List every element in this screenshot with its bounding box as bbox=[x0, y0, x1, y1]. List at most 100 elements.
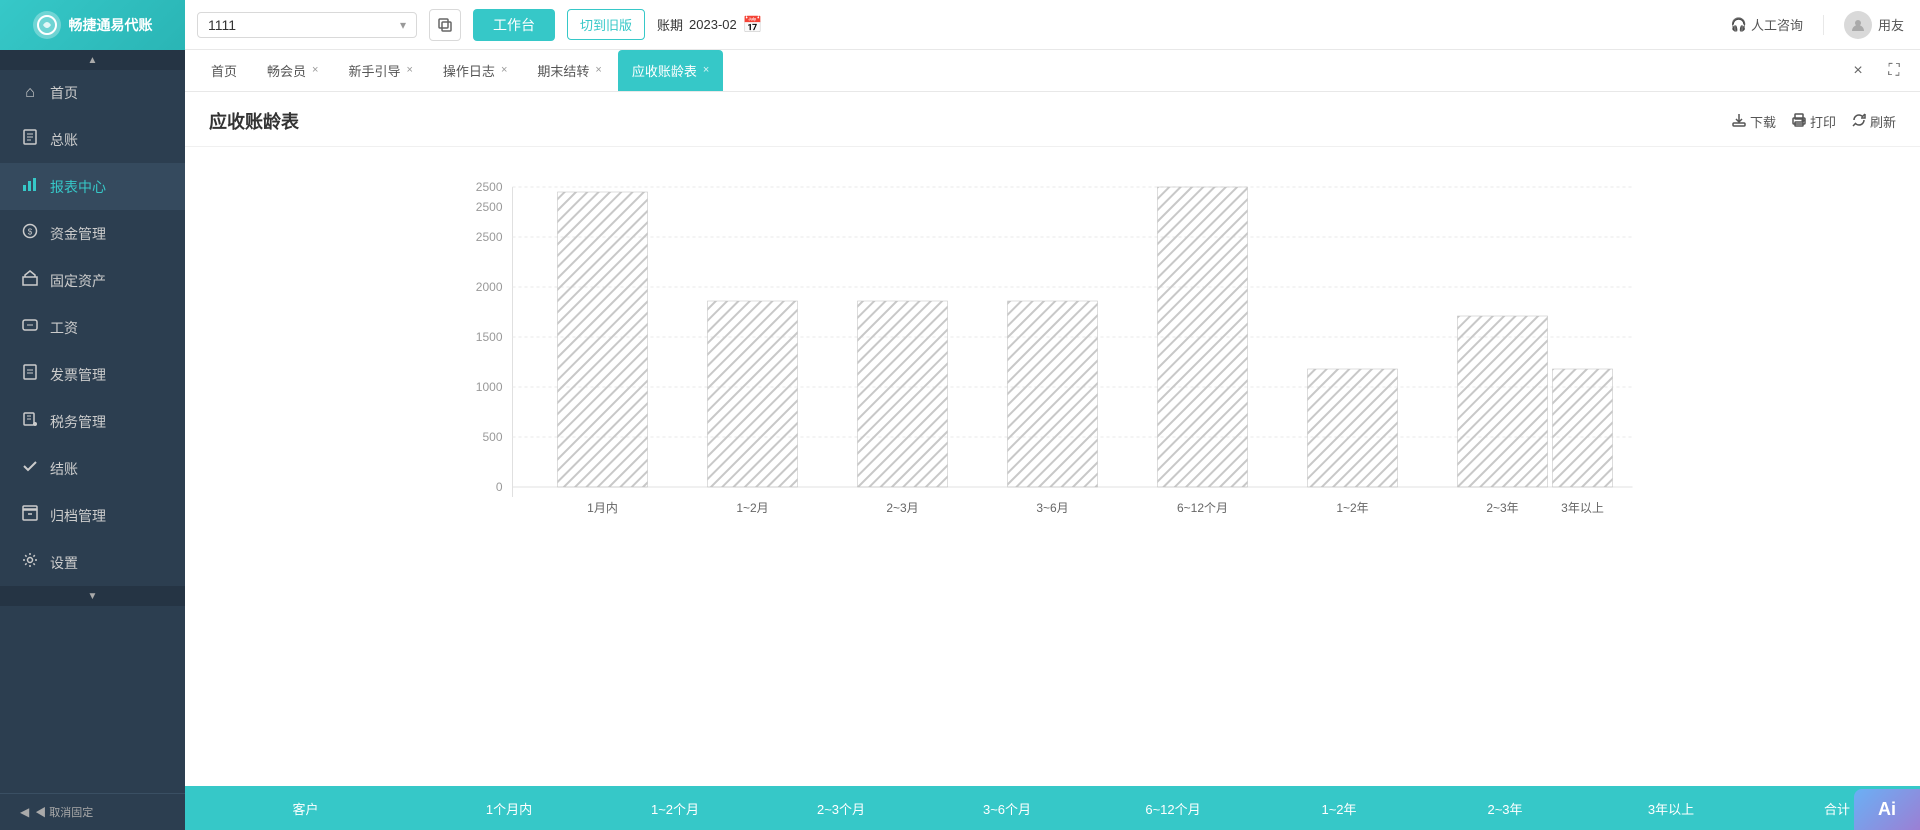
sidebar-item-funds[interactable]: $ 资金管理 bbox=[0, 210, 185, 257]
tab-guide-close[interactable]: × bbox=[406, 65, 412, 76]
bar-6~12个月 bbox=[1158, 187, 1248, 487]
tax-icon bbox=[20, 411, 40, 432]
sidebar-item-assets[interactable]: 固定资产 bbox=[0, 257, 185, 304]
col-3year-plus: 3年以上 bbox=[1588, 799, 1754, 818]
copy-button[interactable] bbox=[429, 9, 461, 41]
bar-3年以上 bbox=[1553, 369, 1613, 487]
sidebar-item-settings[interactable]: 设置 bbox=[0, 539, 185, 586]
sidebar-item-salary[interactable]: 工资 bbox=[0, 304, 185, 351]
sidebar-item-reports-label: 报表中心 bbox=[50, 177, 106, 197]
consult-button[interactable]: 🎧 人工咨询 bbox=[1731, 15, 1803, 34]
sidebar-item-tax-label: 税务管理 bbox=[50, 412, 106, 432]
svg-text:0: 0 bbox=[496, 480, 503, 494]
tab-closing[interactable]: 期末结转 × bbox=[523, 50, 615, 91]
bar-1~2月 bbox=[708, 301, 798, 487]
tab-oplog[interactable]: 操作日志 × bbox=[429, 50, 521, 91]
tab-home[interactable]: 首页 bbox=[197, 50, 251, 91]
logo-text: 畅捷通易代账 bbox=[69, 15, 153, 35]
col-1-2month: 1~2个月 bbox=[592, 799, 758, 818]
chevron-down-icon: ▾ bbox=[400, 18, 406, 32]
tab-member[interactable]: 畅会员 × bbox=[253, 50, 332, 91]
company-name: 1111 bbox=[208, 17, 392, 33]
reports-icon bbox=[20, 176, 40, 197]
expand-tab-button[interactable]: ⛶ bbox=[1880, 57, 1908, 85]
page-actions: 下载 打印 刷新 bbox=[1732, 112, 1896, 131]
refresh-icon bbox=[1852, 113, 1866, 130]
sidebar-item-ledger[interactable]: 总账 bbox=[0, 116, 185, 163]
close-tab-button[interactable]: × bbox=[1844, 57, 1872, 85]
sidebar-pin-toggle[interactable]: ◀ ◀ 取消固定 bbox=[0, 793, 185, 830]
bar-2~3月 bbox=[858, 301, 948, 487]
invoice-icon bbox=[20, 364, 40, 385]
sidebar-item-assets-label: 固定资产 bbox=[50, 271, 106, 291]
tab-guide[interactable]: 新手引导 × bbox=[334, 50, 426, 91]
page-title: 应收账龄表 bbox=[209, 108, 299, 134]
chart-area: 0 500 1000 1500 2000 2500 2500 2500 bbox=[185, 147, 1920, 786]
col-2-3month: 2~3个月 bbox=[758, 799, 924, 818]
refresh-button[interactable]: 刷新 bbox=[1852, 112, 1896, 131]
header-right: 🎧 人工咨询 用友 bbox=[1731, 11, 1904, 39]
sidebar-item-archive[interactable]: 归档管理 bbox=[0, 492, 185, 539]
svg-text:2500: 2500 bbox=[476, 180, 503, 194]
sidebar-item-invoice[interactable]: 发票管理 bbox=[0, 351, 185, 398]
tab-closing-close[interactable]: × bbox=[595, 65, 601, 76]
tab-oplog-close[interactable]: × bbox=[501, 65, 507, 76]
user-area[interactable]: 用友 bbox=[1844, 11, 1904, 39]
tab-guide-label: 新手引导 bbox=[348, 61, 400, 80]
svg-text:1~2年: 1~2年 bbox=[1336, 501, 1368, 515]
sidebar-item-settings-label: 设置 bbox=[50, 553, 78, 573]
sidebar-item-home[interactable]: ⌂ 首页 bbox=[0, 70, 185, 116]
download-icon bbox=[1732, 113, 1746, 130]
col-6-12month: 6~12个月 bbox=[1090, 799, 1256, 818]
bar-2~3年 bbox=[1458, 316, 1548, 487]
tab-aging-close[interactable]: × bbox=[703, 65, 709, 76]
col-3-6month: 3~6个月 bbox=[924, 799, 1090, 818]
company-selector[interactable]: 1111 ▾ bbox=[197, 12, 417, 38]
tab-closing-label: 期末结转 bbox=[537, 61, 589, 80]
svg-text:2500: 2500 bbox=[476, 230, 503, 244]
settings-icon bbox=[20, 552, 40, 573]
svg-text:3年以上: 3年以上 bbox=[1561, 501, 1604, 515]
tab-bar: 首页 畅会员 × 新手引导 × 操作日志 × 期末结转 × 应收账龄表 × bbox=[185, 50, 1920, 92]
sidebar-item-funds-label: 资金管理 bbox=[50, 224, 106, 244]
period-area: 账期 2023-02 📅 bbox=[657, 15, 763, 35]
print-label: 打印 bbox=[1810, 112, 1836, 131]
print-icon bbox=[1792, 113, 1806, 130]
ai-badge[interactable]: Ai bbox=[1854, 789, 1920, 830]
svg-text:2~3月: 2~3月 bbox=[886, 501, 918, 515]
table-header-bar: 客户 1个月内 1~2个月 2~3个月 3~6个月 6~12个月 1~2年 2~… bbox=[185, 786, 1920, 830]
sidebar-item-invoice-label: 发票管理 bbox=[50, 365, 106, 385]
divider bbox=[1823, 15, 1824, 35]
funds-icon: $ bbox=[20, 223, 40, 244]
sidebar-pin-label: ◀ 取消固定 bbox=[35, 804, 93, 820]
salary-icon bbox=[20, 317, 40, 338]
logo-area: 畅捷通易代账 bbox=[0, 0, 185, 50]
bar-1~2年 bbox=[1308, 369, 1398, 487]
svg-text:6~12个月: 6~12个月 bbox=[1177, 501, 1228, 515]
print-button[interactable]: 打印 bbox=[1792, 112, 1836, 131]
sidebar-item-home-label: 首页 bbox=[50, 83, 78, 103]
tab-aging[interactable]: 应收账龄表 × bbox=[618, 50, 723, 91]
tab-member-close[interactable]: × bbox=[312, 65, 318, 76]
sidebar-item-tax[interactable]: 税务管理 bbox=[0, 398, 185, 445]
svg-text:500: 500 bbox=[482, 430, 502, 444]
sidebar-item-reports[interactable]: 报表中心 bbox=[0, 163, 185, 210]
workbench-button[interactable]: 工作台 bbox=[473, 9, 555, 41]
sidebar-item-checkout[interactable]: 结账 bbox=[0, 445, 185, 492]
page-header: 应收账龄表 下载 打印 bbox=[185, 92, 1920, 147]
calendar-icon[interactable]: 📅 bbox=[743, 15, 763, 35]
consult-label: 人工咨询 bbox=[1751, 15, 1803, 34]
user-name: 用友 bbox=[1878, 15, 1904, 34]
period-value: 2023-02 bbox=[689, 17, 737, 32]
ledger-icon bbox=[20, 129, 40, 150]
switch-version-button[interactable]: 切到旧版 bbox=[567, 9, 645, 40]
assets-icon bbox=[20, 270, 40, 291]
sidebar-item-checkout-label: 结账 bbox=[50, 459, 78, 479]
archive-icon bbox=[20, 505, 40, 526]
sidebar-scroll-up[interactable]: ▲ bbox=[0, 50, 185, 70]
sidebar-scroll-down[interactable]: ▼ bbox=[0, 586, 185, 606]
svg-text:1月内: 1月内 bbox=[587, 501, 618, 515]
unpin-icon: ◀ bbox=[20, 805, 29, 819]
period-label: 账期 bbox=[657, 15, 683, 34]
download-button[interactable]: 下载 bbox=[1732, 112, 1776, 131]
